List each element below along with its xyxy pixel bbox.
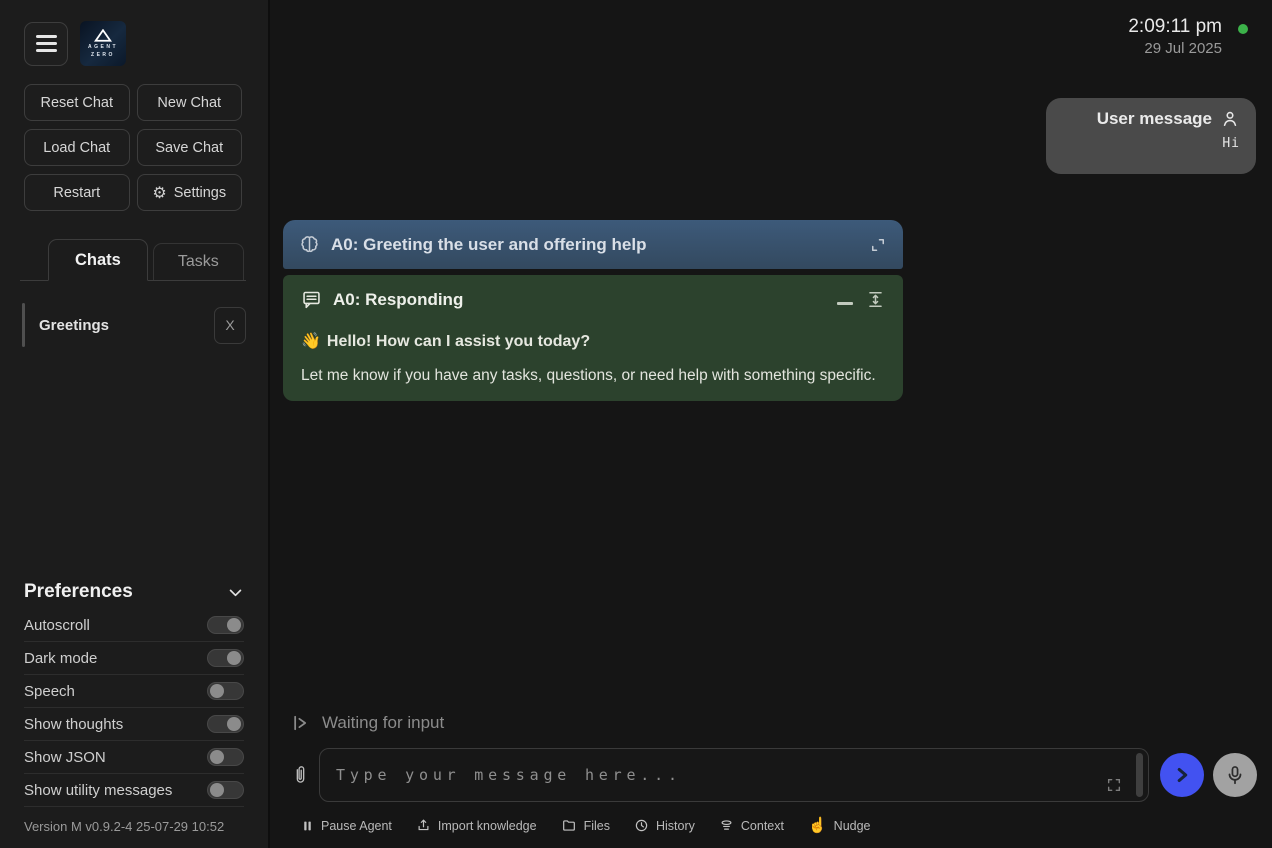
person-icon bbox=[1223, 111, 1237, 127]
agent-heading-bar: A0: Greeting the user and offering help bbox=[283, 220, 903, 269]
nudge-button[interactable]: ☝ Nudge bbox=[808, 818, 871, 833]
waiting-input-icon bbox=[294, 715, 307, 731]
input-scrollbar[interactable] bbox=[1136, 753, 1143, 797]
pref-label: Autoscroll bbox=[24, 616, 90, 634]
clock-widget: 2:09:11 pm 29 Jul 2025 bbox=[1128, 16, 1252, 57]
preferences-title: Preferences bbox=[24, 581, 133, 602]
attachment-paperclip-icon[interactable] bbox=[291, 762, 310, 788]
files-button[interactable]: Files bbox=[561, 818, 610, 833]
sidebar-buttons: Reset Chat New Chat Load Chat Save Chat … bbox=[24, 84, 242, 211]
sidebar: AGENT ZERO Reset Chat New Chat Load Chat… bbox=[0, 0, 270, 848]
autoscroll-toggle[interactable] bbox=[207, 616, 244, 634]
agent-status-row: Waiting for input bbox=[270, 706, 1272, 740]
agent-heading-title: A0: Greeting the user and offering help bbox=[331, 234, 647, 254]
minimize-icon[interactable] bbox=[837, 302, 853, 305]
pref-row-dark-mode: Dark mode bbox=[24, 642, 244, 675]
bottom-toolbar: Pause Agent Import knowledge Files Histo… bbox=[270, 802, 1272, 848]
sidebar-tabs: Chats Tasks bbox=[20, 239, 246, 281]
show-thoughts-toggle[interactable] bbox=[207, 715, 244, 733]
send-arrow-icon bbox=[1177, 767, 1188, 783]
user-message-title: User message bbox=[1096, 109, 1212, 128]
chat-list: Greetings X bbox=[22, 303, 246, 347]
pref-row-show-thoughts: Show thoughts bbox=[24, 708, 244, 741]
expand-vertical-icon[interactable] bbox=[866, 289, 885, 310]
message-icon bbox=[301, 289, 322, 310]
show-json-toggle[interactable] bbox=[207, 748, 244, 766]
chevron-down-icon bbox=[229, 589, 242, 596]
microphone-button[interactable] bbox=[1213, 753, 1257, 797]
chat-item-title: Greetings bbox=[39, 316, 110, 334]
restart-button[interactable]: Restart bbox=[24, 174, 130, 211]
online-status-dot bbox=[1238, 24, 1248, 34]
wave-emoji: 👋 bbox=[301, 333, 321, 350]
logo-text-line2: ZERO bbox=[91, 52, 115, 58]
speech-toggle[interactable] bbox=[207, 682, 244, 700]
agent-zero-app: AGENT ZERO Reset Chat New Chat Load Chat… bbox=[0, 0, 1272, 848]
fullscreen-input-icon[interactable] bbox=[1106, 777, 1122, 793]
import-knowledge-button[interactable]: Import knowledge bbox=[416, 818, 537, 833]
history-button[interactable]: History bbox=[634, 818, 695, 833]
logo-text-line1: AGENT bbox=[88, 44, 118, 50]
pref-label: Dark mode bbox=[24, 649, 98, 667]
user-message-text: Hi bbox=[1222, 136, 1240, 151]
agent-response-title: A0: Responding bbox=[333, 289, 464, 309]
expand-message-icon[interactable] bbox=[869, 236, 887, 254]
agent-response-line1: 👋 Hello! How can I assist you today? bbox=[301, 333, 591, 350]
settings-label: Settings bbox=[173, 184, 227, 201]
new-chat-button[interactable]: New Chat bbox=[136, 84, 242, 121]
settings-button[interactable]: ⚙ Settings bbox=[136, 174, 242, 211]
active-chat-accent-bar bbox=[22, 303, 25, 347]
version-label: Version M v0.9.2-4 25-07-29 10:52 bbox=[24, 819, 225, 834]
preferences-section: Preferences Autoscroll Dark mode Speech … bbox=[24, 575, 244, 807]
time-display: 2:09:11 pm bbox=[1128, 16, 1222, 37]
pause-icon bbox=[301, 819, 314, 833]
tab-tasks[interactable]: Tasks bbox=[152, 243, 244, 280]
message-input[interactable] bbox=[320, 749, 1148, 801]
user-message-bubble: User message Hi bbox=[1046, 98, 1256, 174]
context-button[interactable]: Context bbox=[719, 818, 784, 833]
nudge-hand-icon: ☝ bbox=[807, 817, 827, 834]
agent-status-text: Waiting for input bbox=[322, 713, 445, 732]
load-chat-button[interactable]: Load Chat bbox=[24, 129, 130, 166]
hamburger-icon bbox=[35, 35, 57, 38]
folder-icon bbox=[561, 818, 577, 833]
show-utility-toggle[interactable] bbox=[207, 781, 244, 799]
chat-close-button[interactable]: X bbox=[214, 306, 246, 344]
message-input-box bbox=[319, 748, 1149, 802]
brain-icon bbox=[299, 234, 320, 255]
pref-label: Speech bbox=[24, 682, 75, 700]
agent-response-card: A0: Responding 👋 Hello! How can I assist … bbox=[283, 275, 903, 401]
preferences-header[interactable]: Preferences bbox=[24, 575, 244, 609]
agent-response-line2: Let me know if you have any tasks, quest… bbox=[301, 367, 876, 384]
context-stack-icon bbox=[719, 818, 734, 833]
save-chat-button[interactable]: Save Chat bbox=[136, 129, 242, 166]
pref-label: Show JSON bbox=[24, 748, 106, 766]
gear-icon: ⚙ bbox=[152, 184, 167, 202]
date-display: 29 Jul 2025 bbox=[1144, 40, 1222, 57]
pref-row-show-utility: Show utility messages bbox=[24, 774, 244, 807]
microphone-icon bbox=[1228, 766, 1242, 785]
agent-zero-logo: AGENT ZERO bbox=[80, 21, 126, 66]
pref-label: Show thoughts bbox=[24, 715, 124, 733]
dark-mode-toggle[interactable] bbox=[207, 649, 244, 667]
message-input-row bbox=[270, 748, 1272, 802]
pause-agent-button[interactable]: Pause Agent bbox=[301, 819, 392, 833]
reset-chat-button[interactable]: Reset Chat bbox=[24, 84, 130, 121]
pref-label: Show utility messages bbox=[24, 781, 173, 799]
main-area: 2:09:11 pm 29 Jul 2025 User message Hi A… bbox=[270, 0, 1272, 848]
upload-icon bbox=[416, 818, 431, 833]
chat-list-item[interactable]: Greetings X bbox=[22, 303, 246, 347]
history-clock-icon bbox=[634, 818, 649, 833]
send-button[interactable] bbox=[1160, 753, 1204, 797]
hamburger-menu-button[interactable] bbox=[24, 21, 68, 66]
pref-row-autoscroll: Autoscroll bbox=[24, 609, 244, 642]
logo-triangle-icon bbox=[93, 29, 113, 42]
sidebar-header: AGENT ZERO bbox=[24, 21, 244, 66]
pref-row-speech: Speech bbox=[24, 675, 244, 708]
tab-chats[interactable]: Chats bbox=[48, 239, 148, 281]
bottom-panel: Waiting for input Type your message here… bbox=[270, 706, 1272, 848]
pref-row-show-json: Show JSON bbox=[24, 741, 244, 774]
